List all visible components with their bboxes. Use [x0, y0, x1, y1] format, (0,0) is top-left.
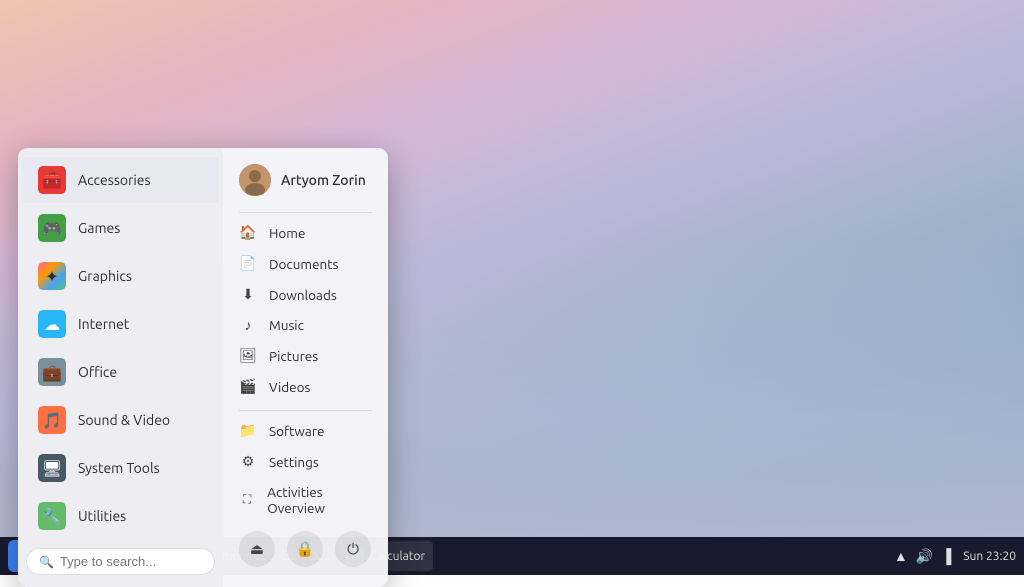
- app-menu: 🧰 Accessories 🎮 Games ✦ Graphics ☁ Inter…: [18, 148, 388, 587]
- user-name: Artyom Zorin: [281, 172, 366, 188]
- system-activities-label: Activities Overview: [267, 484, 372, 516]
- place-documents-label: Documents: [269, 256, 338, 272]
- place-downloads[interactable]: ⬇ Downloads: [223, 279, 388, 310]
- desktop: 🧰 Accessories 🎮 Games ✦ Graphics ☁ Inter…: [0, 0, 1024, 575]
- category-office-label: Office: [78, 364, 117, 380]
- system-activities[interactable]: ⛶ Activities Overview: [223, 477, 388, 523]
- documents-icon: 📄: [239, 255, 257, 272]
- place-music-label: Music: [269, 317, 304, 333]
- suspend-button[interactable]: ⏏: [239, 531, 275, 567]
- office-icon: 💼: [38, 358, 66, 386]
- internet-icon: ☁: [38, 310, 66, 338]
- category-sound-label: Sound & Video: [78, 412, 170, 428]
- category-games-label: Games: [78, 220, 120, 236]
- place-pictures[interactable]: 🖼 Pictures: [223, 340, 388, 371]
- clock: Sun 23:20: [963, 550, 1016, 563]
- settings-icon: ⚙: [239, 453, 257, 470]
- system-software[interactable]: 📁 Software: [223, 415, 388, 446]
- activities-icon: ⛶: [239, 493, 255, 507]
- category-graphics-label: Graphics: [78, 268, 132, 284]
- battery-icon: ▐: [941, 548, 951, 564]
- wifi-icon: ▲: [894, 548, 908, 564]
- power-button[interactable]: ⏻: [335, 531, 371, 567]
- category-utilities[interactable]: 🔧 Utilities: [22, 493, 219, 539]
- lock-button[interactable]: 🔒: [287, 531, 323, 567]
- category-internet[interactable]: ☁ Internet: [22, 301, 219, 347]
- user-section: Artyom Zorin: [223, 160, 388, 208]
- place-documents[interactable]: 📄 Documents: [223, 248, 388, 279]
- category-internet-label: Internet: [78, 316, 129, 332]
- place-home[interactable]: 🏠 Home: [223, 217, 388, 248]
- place-pictures-label: Pictures: [269, 348, 318, 364]
- accessories-icon: 🧰: [38, 166, 66, 194]
- music-icon: ♪: [239, 317, 257, 333]
- search-icon: 🔍: [39, 555, 54, 569]
- games-icon: 🎮: [38, 214, 66, 242]
- pictures-icon: 🖼: [239, 347, 257, 364]
- category-system[interactable]: 🖥 System Tools: [22, 445, 219, 491]
- software-icon: 📁: [239, 422, 257, 439]
- divider-1: [239, 212, 372, 213]
- search-input[interactable]: [60, 554, 202, 569]
- utilities-icon: 🔧: [38, 502, 66, 530]
- category-accessories[interactable]: 🧰 Accessories: [22, 157, 219, 203]
- category-accessories-label: Accessories: [78, 172, 151, 188]
- home-icon: 🏠: [239, 224, 257, 241]
- category-graphics[interactable]: ✦ Graphics: [22, 253, 219, 299]
- place-videos-label: Videos: [269, 379, 310, 395]
- category-games[interactable]: 🎮 Games: [22, 205, 219, 251]
- category-system-label: System Tools: [78, 460, 160, 476]
- menu-categories-panel: 🧰 Accessories 🎮 Games ✦ Graphics ☁ Inter…: [18, 148, 223, 587]
- sound-icon: 🎵: [38, 406, 66, 434]
- taskbar-system-tray: ▲ 🔊 ▐ Sun 23:20: [894, 548, 1016, 565]
- category-sound[interactable]: 🎵 Sound & Video: [22, 397, 219, 443]
- place-home-label: Home: [269, 225, 305, 241]
- category-office[interactable]: 💼 Office: [22, 349, 219, 395]
- system-icon: 🖥: [38, 454, 66, 482]
- search-bar[interactable]: 🔍: [26, 548, 215, 575]
- place-music[interactable]: ♪ Music: [223, 310, 388, 340]
- power-actions: ⏏ 🔒 ⏻: [223, 523, 388, 575]
- videos-icon: 🎬: [239, 378, 257, 395]
- category-utilities-label: Utilities: [78, 508, 126, 524]
- avatar: [239, 164, 271, 196]
- downloads-icon: ⬇: [239, 286, 257, 303]
- system-settings[interactable]: ⚙ Settings: [223, 446, 388, 477]
- place-videos[interactable]: 🎬 Videos: [223, 371, 388, 402]
- place-downloads-label: Downloads: [269, 287, 337, 303]
- volume-icon: 🔊: [916, 548, 933, 565]
- menu-right-panel: Artyom Zorin 🏠 Home 📄 Documents ⬇ Downlo…: [223, 148, 388, 587]
- system-settings-label: Settings: [269, 454, 319, 470]
- graphics-icon: ✦: [38, 262, 66, 290]
- system-software-label: Software: [269, 423, 324, 439]
- divider-2: [239, 410, 372, 411]
